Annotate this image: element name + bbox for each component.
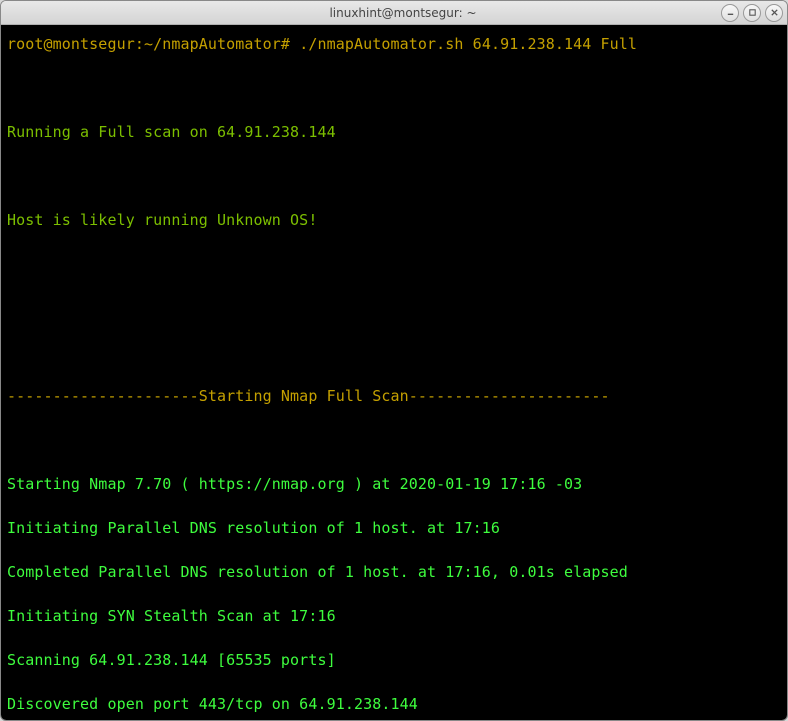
minimize-button[interactable] (721, 4, 739, 22)
maximize-button[interactable] (743, 4, 761, 22)
output-line: Completed Parallel DNS resolution of 1 h… (7, 561, 781, 583)
terminal-window: linuxhint@montsegur: ~ root@montsegur:~/… (0, 0, 788, 721)
shell-command: ./nmapAutomator.sh 64.91.238.144 Full (299, 35, 637, 53)
output-line: Scanning 64.91.238.144 [65535 ports] (7, 649, 781, 671)
section-header: ---------------------Starting Nmap Full … (7, 385, 781, 407)
output-line: Starting Nmap 7.70 ( https://nmap.org ) … (7, 473, 781, 495)
output-line: Discovered open port 443/tcp on 64.91.23… (7, 693, 781, 715)
window-controls (721, 4, 783, 22)
minimize-icon (726, 8, 735, 17)
shell-prompt: root@montsegur:~/nmapAutomator# (7, 35, 290, 53)
banner-host: Host is likely running Unknown OS! (7, 209, 781, 231)
terminal-content[interactable]: root@montsegur:~/nmapAutomator# ./nmapAu… (1, 25, 787, 720)
output-line: Initiating Parallel DNS resolution of 1 … (7, 517, 781, 539)
output-line: Initiating SYN Stealth Scan at 17:16 (7, 605, 781, 627)
banner-running: Running a Full scan on 64.91.238.144 (7, 121, 781, 143)
window-title: linuxhint@montsegur: ~ (85, 6, 721, 20)
titlebar: linuxhint@montsegur: ~ (1, 1, 787, 25)
maximize-icon (748, 8, 757, 17)
close-icon (770, 8, 779, 17)
close-button[interactable] (765, 4, 783, 22)
